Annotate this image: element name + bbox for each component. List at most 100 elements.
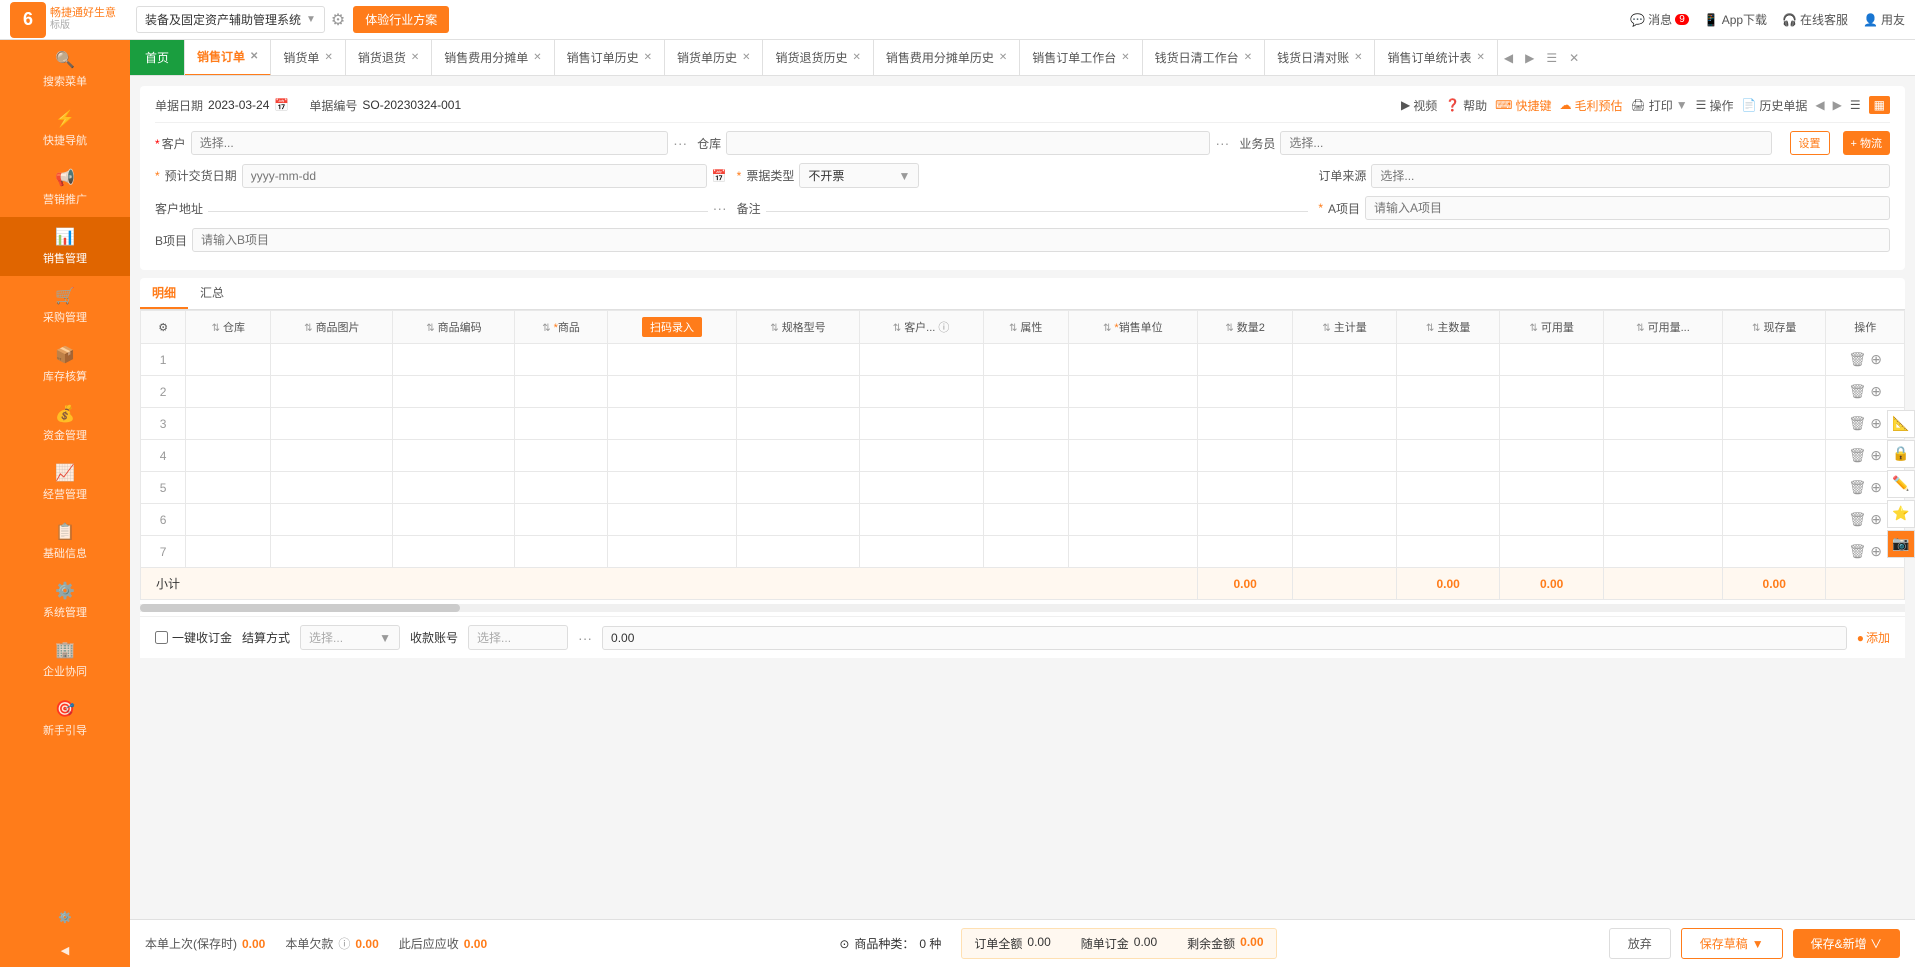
col-warehouse[interactable]: ⇅ 仓库 [186,311,271,344]
tab-order-workbench[interactable]: 销售订单工作台 ✕ [1020,40,1142,76]
col-sales-unit[interactable]: ⇅ *销售单位 [1068,311,1197,344]
col-available[interactable]: ⇅ 可用量 [1500,311,1604,344]
row-1-delete-icon[interactable]: 🗑 [1848,351,1866,368]
col-available2[interactable]: ⇅ 可用量... [1603,311,1722,344]
col-product[interactable]: ⇅ *商品 [515,311,607,344]
tab-home[interactable]: 首页 [130,40,185,76]
profit-preview-button[interactable]: ☁ 毛利预估 [1560,97,1623,114]
row-2-delete-icon[interactable]: 🗑 [1848,383,1866,400]
sidebar-item-operation[interactable]: 📈 经营管理 [0,453,130,512]
right-float-btn-2[interactable]: 🔒 [1887,440,1915,468]
tab-detail[interactable]: 明细 [140,278,188,309]
row-1-attr[interactable] [983,344,1068,376]
horizontal-scrollbar[interactable] [140,604,1905,612]
tab-close-all-button[interactable]: ✕ [1563,51,1585,65]
row-6-delete-icon[interactable]: 🗑 [1848,511,1866,528]
row-1-customer-code[interactable] [859,344,983,376]
b-project-input[interactable] [192,228,1890,252]
row-4-copy-icon[interactable]: ⊕ [1870,447,1882,464]
row-1-code[interactable] [393,344,515,376]
tab-close-sales-return[interactable]: ✕ [411,52,419,63]
tab-sales-order-history[interactable]: 销售订单历史 ✕ [555,40,665,76]
tab-return-history[interactable]: 销货退货历史 ✕ [763,40,873,76]
col-main-qty[interactable]: ⇅ 主数量 [1396,311,1500,344]
row-1-unit[interactable] [1068,344,1197,376]
col-qty2[interactable]: ⇅ 数量2 [1197,311,1292,344]
col-main-unit[interactable]: ⇅ 主计量 [1293,311,1397,344]
tab-close-sales-goods[interactable]: ✕ [324,52,332,63]
warehouse-input[interactable]: 成品库 [726,131,1210,155]
right-float-btn-4[interactable]: ⭐ [1887,500,1915,528]
tab-sales-stats[interactable]: 销售订单统计表 ✕ [1375,40,1497,76]
row-1-available[interactable] [1500,344,1604,376]
tab-close-order-history[interactable]: ✕ [644,52,652,63]
scan-button[interactable]: 扫码录入 [642,317,702,337]
addr-more-button[interactable]: ··· [713,200,727,216]
row-7-copy-icon[interactable]: ⊕ [1870,543,1882,560]
online-service-button[interactable]: 🎧 在线客服 [1782,11,1848,28]
view-toggle-list-button[interactable]: ☰ [1850,98,1861,112]
delivery-date-input[interactable] [242,164,707,188]
tab-close-sales-stats[interactable]: ✕ [1477,52,1485,63]
invoice-select[interactable]: 不开票 ▼ [799,163,919,188]
view-video-button[interactable]: ▶ 视频 [1401,97,1437,114]
payment-amount-input[interactable] [602,626,1847,650]
staff-input[interactable] [1280,131,1771,155]
save-draft-button[interactable]: 保存草稿 ▼ [1681,928,1783,959]
row-1-available2[interactable] [1603,344,1722,376]
sidebar-item-quick[interactable]: ⚡ 快捷导航 [0,99,130,158]
history-order-button[interactable]: 📄 历史单据 [1741,97,1807,114]
col-customer-code[interactable]: ⇅ 客户... ⓘ [859,311,983,344]
sidebar-bottom-settings[interactable]: ⚙️ [0,901,130,934]
tab-money-reconcile[interactable]: 钱货日清对账 ✕ [1265,40,1375,76]
tab-expense-history[interactable]: 销售费用分摊单历史 ✕ [874,40,1020,76]
col-product-code[interactable]: ⇅ 商品编码 [393,311,515,344]
system-name[interactable]: 装备及固定资产辅助管理系统 ▼ [136,6,325,33]
warehouse-more-button[interactable]: ··· [1215,135,1229,151]
row-1-qty2[interactable] [1197,344,1292,376]
row-1-stock[interactable] [1722,344,1826,376]
sidebar-item-purchase[interactable]: 🛒 采购管理 [0,276,130,335]
row-1-main-unit[interactable] [1293,344,1397,376]
one-click-payment-checkbox[interactable]: 一键收订金 [155,629,232,646]
tab-sales-order[interactable]: 销售订单 ✕ [185,40,271,76]
row-5-copy-icon[interactable]: ⊕ [1870,479,1882,496]
right-float-btn-3[interactable]: ✏️ [1887,470,1915,498]
add-payment-button[interactable]: ● 添加 [1857,629,1890,646]
tab-close-sales-expense[interactable]: ✕ [533,52,541,63]
row-1-copy-icon[interactable]: ⊕ [1870,351,1882,368]
help-button[interactable]: ❓ 帮助 [1445,97,1487,114]
row-5-delete-icon[interactable]: 🗑 [1848,479,1866,496]
sidebar-item-search[interactable]: 🔍 搜索菜单 [0,40,130,99]
operation-button[interactable]: ☰ 操作 [1696,97,1734,114]
row-2-copy-icon[interactable]: ⊕ [1870,383,1882,400]
customer-more-button[interactable]: ··· [673,135,687,151]
tab-more-button[interactable]: ☰ [1540,51,1563,65]
shortcut-button[interactable]: ⌨ 快捷键 [1495,97,1551,114]
col-spec[interactable]: ⇅ 规格型号 [737,311,859,344]
right-float-btn-5[interactable]: 📷 [1887,530,1915,558]
sidebar-item-guide[interactable]: 🎯 新手引导 [0,689,130,748]
account-select[interactable]: 选择... [468,625,568,650]
row-3-copy-icon[interactable]: ⊕ [1870,415,1882,432]
sidebar-item-finance[interactable]: 💰 资金管理 [0,394,130,453]
nav-next-button[interactable]: ▶ [1833,98,1842,112]
user-button[interactable]: 👤 用友 [1863,11,1905,28]
tab-close-goods-history[interactable]: ✕ [742,52,750,63]
a-project-input[interactable] [1365,196,1890,220]
save-new-button[interactable]: 保存&新增 ∨ [1793,929,1900,958]
sidebar-item-base[interactable]: 📋 基础信息 [0,512,130,571]
row-1-main-qty[interactable] [1396,344,1500,376]
row-1-spec[interactable] [737,344,859,376]
row-6-copy-icon[interactable]: ⊕ [1870,511,1882,528]
tab-close-money-daily[interactable]: ✕ [1244,52,1252,63]
col-attr[interactable]: ⇅ 属性 [983,311,1068,344]
view-toggle-card-button[interactable]: ▦ [1869,96,1890,114]
tab-summary[interactable]: 汇总 [188,278,236,309]
tab-sales-return[interactable]: 销货退货 ✕ [346,40,432,76]
add-material-button[interactable]: + 物流 [1843,131,1890,155]
tab-money-daily[interactable]: 钱货日清工作台 ✕ [1143,40,1265,76]
tab-close-expense-history[interactable]: ✕ [999,52,1007,63]
message-button[interactable]: 💬 消息 9 [1630,11,1689,28]
tab-sales-expense[interactable]: 销售费用分摊单 ✕ [432,40,554,76]
